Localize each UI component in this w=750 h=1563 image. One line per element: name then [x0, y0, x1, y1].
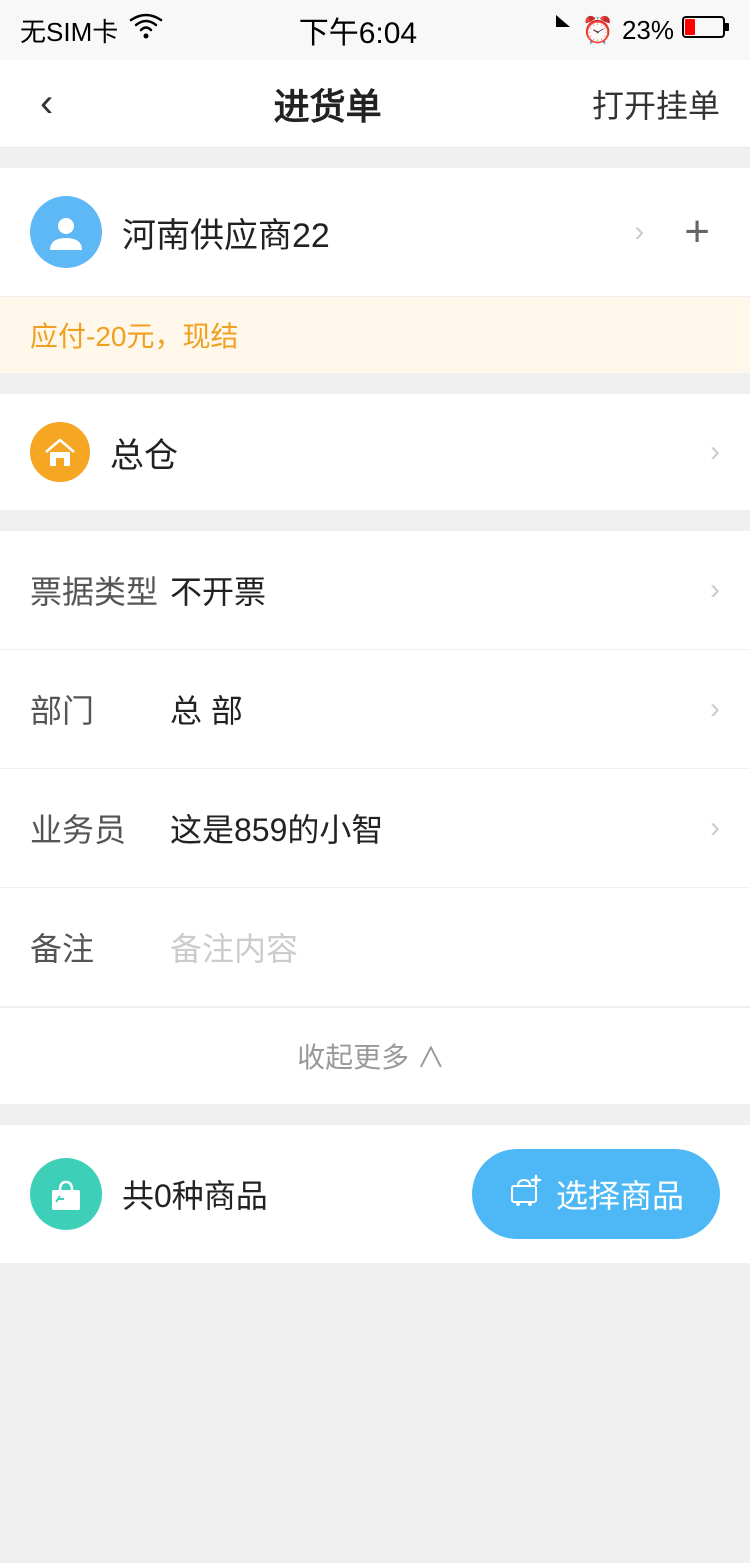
supplier-chevron: › [634, 215, 644, 249]
carrier-label: 无SIM卡 [20, 12, 118, 49]
select-product-label: 选择商品 [556, 1171, 684, 1217]
notice-text: 应付-20元，现结 [30, 321, 238, 352]
section-gap-1 [0, 148, 750, 168]
status-bar: 无SIM卡 下午6:04 ⏰ 23% [0, 0, 750, 60]
notice-bar: 应付-20元，现结 [0, 297, 750, 374]
note-row[interactable]: 备注 备注内容 [0, 888, 750, 1007]
battery-icon [682, 14, 730, 47]
page-title: 进货单 [274, 78, 382, 130]
note-placeholder: 备注内容 [170, 924, 720, 970]
salesperson-label: 业务员 [30, 805, 170, 851]
supplier-card: 河南供应商22 › + 应付-20元，现结 [0, 168, 750, 374]
open-pending-button[interactable]: 打开挂单 [592, 81, 720, 127]
collapse-label: 收起更多 ∧ [297, 1036, 445, 1076]
salesperson-chevron: › [710, 811, 720, 845]
warehouse-row[interactable]: 总仓 › [0, 394, 750, 511]
section-gap-4 [0, 1104, 750, 1124]
salesperson-value: 这是859的小智 [170, 805, 700, 851]
section-gap-2 [0, 374, 750, 394]
warehouse-chevron: › [710, 435, 720, 469]
warehouse-card: 总仓 › [0, 394, 750, 511]
dept-value: 总 部 [170, 686, 700, 732]
select-product-icon [508, 1172, 544, 1216]
invoice-type-row[interactable]: 票据类型 不开票 › [0, 531, 750, 650]
invoice-type-chevron: › [710, 573, 720, 607]
location-icon [552, 13, 574, 48]
bottom-bar: 共0种商品 选择商品 [0, 1124, 750, 1263]
supplier-name: 河南供应商22 [122, 208, 634, 257]
invoice-type-label: 票据类型 [30, 567, 170, 613]
supplier-avatar [30, 196, 102, 268]
dept-label: 部门 [30, 686, 170, 732]
warehouse-icon [30, 422, 90, 482]
background-area [0, 1263, 750, 1563]
alarm-icon: ⏰ [582, 15, 614, 46]
add-supplier-button[interactable]: + [674, 207, 720, 257]
product-count: 共0种商品 [122, 1171, 472, 1217]
warehouse-name: 总仓 [110, 428, 710, 477]
form-section: 票据类型 不开票 › 部门 总 部 › 业务员 这是859的小智 › 备注 备注… [0, 531, 750, 1104]
supplier-row[interactable]: 河南供应商22 › + [0, 168, 750, 297]
wifi-icon [128, 13, 164, 48]
dept-chevron: › [710, 692, 720, 726]
section-gap-3 [0, 511, 750, 531]
product-icon [30, 1158, 102, 1230]
select-product-button[interactable]: 选择商品 [472, 1149, 720, 1239]
status-left: 无SIM卡 [20, 12, 164, 49]
salesperson-row[interactable]: 业务员 这是859的小智 › [0, 769, 750, 888]
invoice-type-value: 不开票 [170, 567, 700, 613]
nav-bar: ‹ 进货单 打开挂单 [0, 60, 750, 148]
back-button[interactable]: ‹ [30, 71, 63, 136]
note-label: 备注 [30, 924, 170, 970]
status-right: ⏰ 23% [552, 13, 730, 48]
dept-row[interactable]: 部门 总 部 › [0, 650, 750, 769]
status-time: 下午6:04 [299, 8, 417, 52]
collapse-button[interactable]: 收起更多 ∧ [0, 1007, 750, 1104]
battery-percent: 23% [622, 15, 674, 46]
